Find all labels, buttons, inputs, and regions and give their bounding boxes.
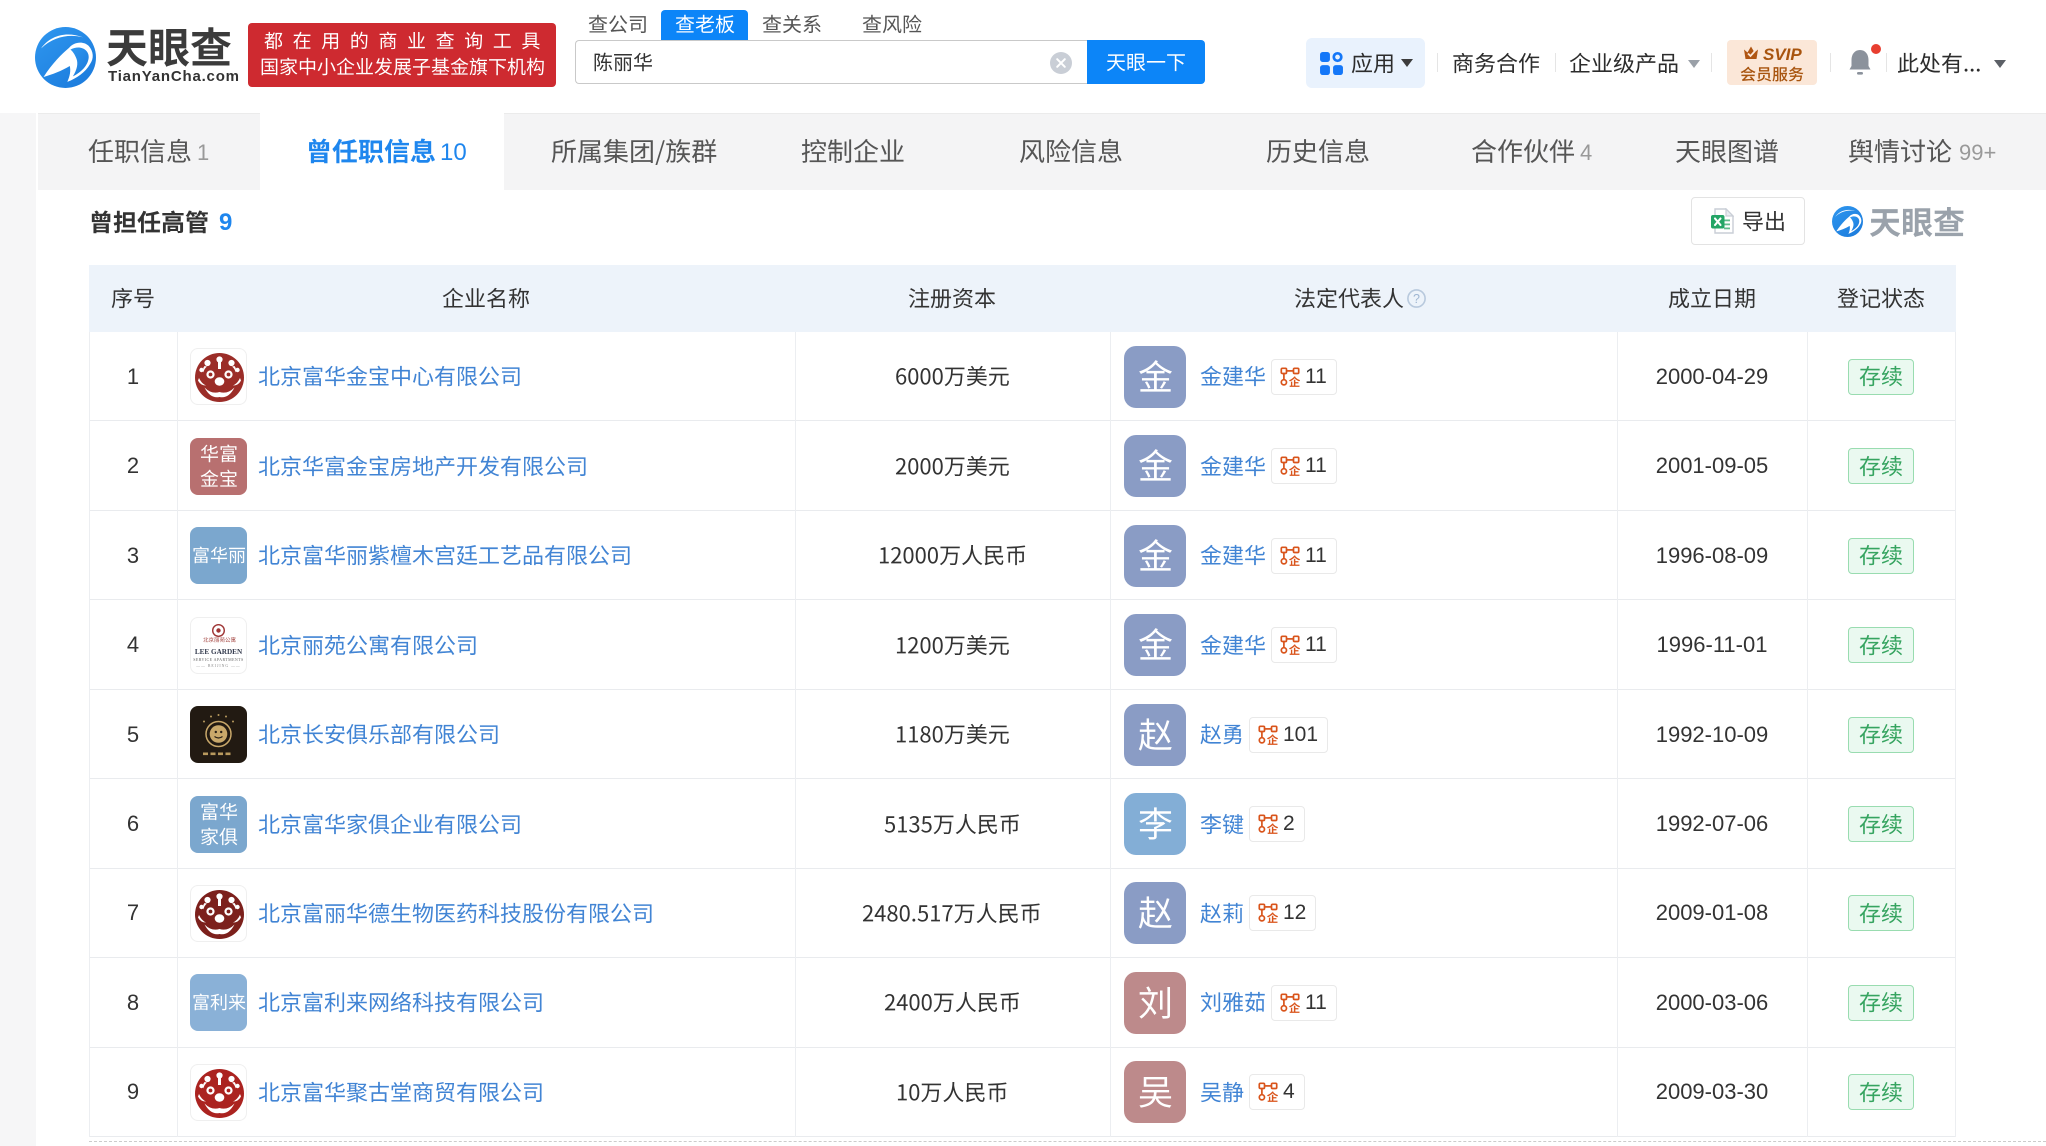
svg-text:LEE GARDEN: LEE GARDEN (195, 648, 243, 656)
svg-text:—— BEIJING ——: —— BEIJING —— (195, 664, 240, 668)
svg-text:SERVICE APARTMENTS: SERVICE APARTMENTS (193, 657, 243, 662)
svg-text:?: ? (1413, 292, 1420, 306)
